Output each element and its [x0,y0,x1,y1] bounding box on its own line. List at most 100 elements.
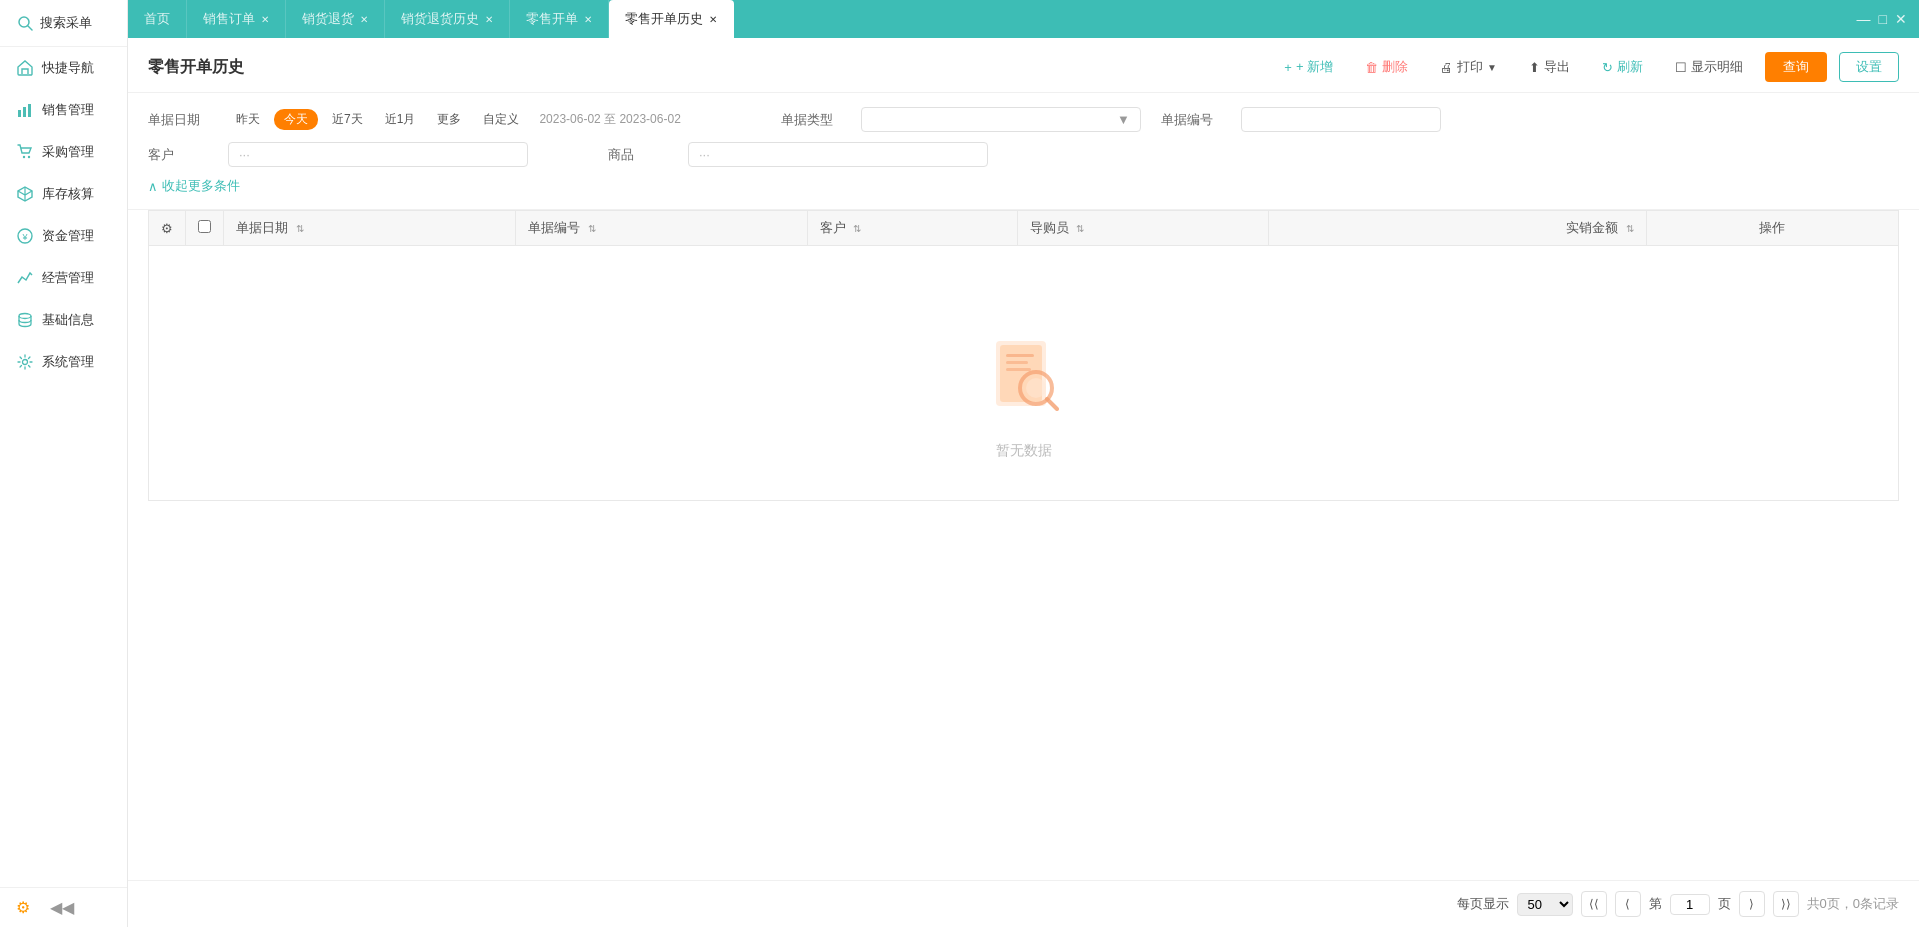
collapse-button[interactable]: ∧ 收起更多条件 [148,177,1899,195]
sidebar-item-finance[interactable]: ¥ 资金管理 [0,215,127,257]
empty-text: 暂无数据 [996,442,1052,460]
export-icon: ⬆ [1529,60,1540,75]
bill-no-filter-label: 单据编号 [1161,111,1221,129]
close-tab-retail-open-icon[interactable]: ✕ [584,14,592,25]
sidebar-item-quick-nav[interactable]: 快捷导航 [0,47,127,89]
col-guide[interactable]: 导购员 ⇅ [1017,211,1268,246]
collapse-label: 收起更多条件 [162,177,240,195]
page-total: 共0页，0条记录 [1807,895,1899,913]
date-btn-more[interactable]: 更多 [429,109,469,130]
table-settings-icon[interactable]: ⚙ [161,221,173,236]
close-tab-retail-history-icon[interactable]: ✕ [709,14,717,25]
date-btn-yesterday[interactable]: 昨天 [228,109,268,130]
col-action-label: 操作 [1759,220,1785,235]
select-all-checkbox[interactable] [198,220,211,233]
date-btn-custom[interactable]: 自定义 [475,109,527,130]
customer-filter-label: 客户 [148,146,208,164]
svg-point-17 [1026,378,1046,398]
prev-page-button[interactable]: ⟨ [1615,891,1641,917]
window-controls: — □ ✕ [1857,11,1919,27]
col-customer[interactable]: 客户 ⇅ [807,211,1017,246]
close-tab-sales-return-history-icon[interactable]: ✕ [485,14,493,25]
svg-point-6 [28,156,30,158]
empty-illustration [974,326,1074,426]
gear-bottom-icon[interactable]: ⚙ [16,898,30,917]
date-buttons: 昨天 今天 近7天 近1月 更多 自定义 2023-06-02 至 2023-0… [228,109,681,130]
date-range-display: 2023-06-02 至 2023-06-02 [539,111,680,128]
svg-rect-3 [23,107,26,117]
col-amount[interactable]: 实销金额 ⇅ [1268,211,1646,246]
filter-row-1: 单据日期 昨天 今天 近7天 近1月 更多 自定义 2023-06-02 至 2… [148,107,1899,132]
col-guide-label: 导购员 [1030,220,1069,235]
sidebar-item-ops[interactable]: 经营管理 [0,257,127,299]
first-page-button[interactable]: ⟨⟨ [1581,891,1607,917]
settings-button[interactable]: 设置 [1839,52,1899,82]
tab-retail-history-label: 零售开单历史 [625,10,703,28]
sidebar-item-inventory[interactable]: 库存核算 [0,173,127,215]
tab-home-label: 首页 [144,10,170,28]
delete-icon: 🗑 [1365,60,1378,75]
maximize-icon[interactable]: □ [1879,11,1887,27]
tab-retail-open[interactable]: 零售开单 ✕ [510,0,609,38]
print-button[interactable]: 🖨 打印 ▼ [1430,53,1507,81]
sidebar-item-purchase-mgmt[interactable]: 采购管理 [0,131,127,173]
type-filter-select[interactable]: ▼ [861,107,1141,132]
refresh-button[interactable]: ↻ 刷新 [1592,53,1653,81]
col-date[interactable]: 单据日期 ⇅ [224,211,516,246]
checkbox-icon: ☐ [1675,60,1687,75]
date-btn-1month[interactable]: 近1月 [377,109,424,130]
last-page-button[interactable]: ⟩⟩ [1773,891,1799,917]
bar-chart-icon [16,101,34,119]
empty-state-row: 暂无数据 [149,246,1899,501]
svg-rect-14 [1006,361,1028,364]
refresh-icon: ↻ [1602,60,1613,75]
minimize-icon[interactable]: — [1857,11,1871,27]
sidebar-item-sales-mgmt[interactable]: 销售管理 [0,89,127,131]
export-button[interactable]: ⬆ 导出 [1519,53,1580,81]
tab-sales-order[interactable]: 销售订单 ✕ [187,0,286,38]
sidebar-search[interactable]: 搜索采单 [0,0,127,47]
next-page-button[interactable]: ⟩ [1739,891,1765,917]
table-header-row: ⚙ 单据日期 ⇅ 单据编号 ⇅ [149,211,1899,246]
query-button[interactable]: 查询 [1765,52,1827,82]
close-tab-sales-order-icon[interactable]: ✕ [261,14,269,25]
bill-no-filter-input[interactable] [1241,107,1441,132]
tab-sales-return-history[interactable]: 销货退货历史 ✕ [385,0,510,38]
sidebar-item-label: 采购管理 [42,143,94,161]
close-window-icon[interactable]: ✕ [1895,11,1907,27]
page-label: 页 [1718,895,1731,913]
table-settings-th[interactable]: ⚙ [149,211,186,246]
date-btn-today[interactable]: 今天 [274,109,318,130]
collapse-sidebar-icon[interactable]: ◀◀ [50,898,74,917]
sort-bill-no-icon: ⇅ [588,223,596,234]
page-header: 零售开单历史 + + 新增 🗑 删除 🖨 打印 ▼ ⬆ 导出 [128,38,1919,93]
table-checkbox-th[interactable] [186,211,224,246]
page-number-input[interactable] [1670,894,1710,915]
tab-home[interactable]: 首页 [128,0,187,38]
date-filter-label: 单据日期 [148,111,208,129]
close-tab-sales-return-icon[interactable]: ✕ [360,14,368,25]
add-button[interactable]: + + 新增 [1274,53,1343,81]
tab-sales-return[interactable]: 销货退货 ✕ [286,0,385,38]
sort-date-icon: ⇅ [296,223,304,234]
col-bill-no[interactable]: 单据编号 ⇅ [515,211,807,246]
content-area: 零售开单历史 + + 新增 🗑 删除 🖨 打印 ▼ ⬆ 导出 [128,38,1919,927]
sidebar-item-sys-mgmt[interactable]: 系统管理 [0,341,127,383]
goods-filter-select[interactable]: ··· [688,142,988,167]
per-page-select[interactable]: 50 20 100 200 [1517,893,1573,916]
sidebar-item-label: 系统管理 [42,353,94,371]
add-label: + 新增 [1296,58,1333,76]
sidebar-item-basic-info[interactable]: 基础信息 [0,299,127,341]
type-filter-label: 单据类型 [781,111,841,129]
svg-rect-13 [1006,354,1034,357]
col-date-label: 单据日期 [236,220,288,235]
delete-button[interactable]: 🗑 删除 [1355,53,1418,81]
svg-point-10 [23,360,28,365]
per-page-label: 每页显示 [1457,895,1509,913]
date-btn-7days[interactable]: 近7天 [324,109,371,130]
sidebar-item-label: 销售管理 [42,101,94,119]
home-icon [16,59,34,77]
tab-retail-history[interactable]: 零售开单历史 ✕ [609,0,734,38]
customer-filter-select[interactable]: ··· [228,142,528,167]
display-detail-button[interactable]: ☐ 显示明细 [1665,53,1753,81]
